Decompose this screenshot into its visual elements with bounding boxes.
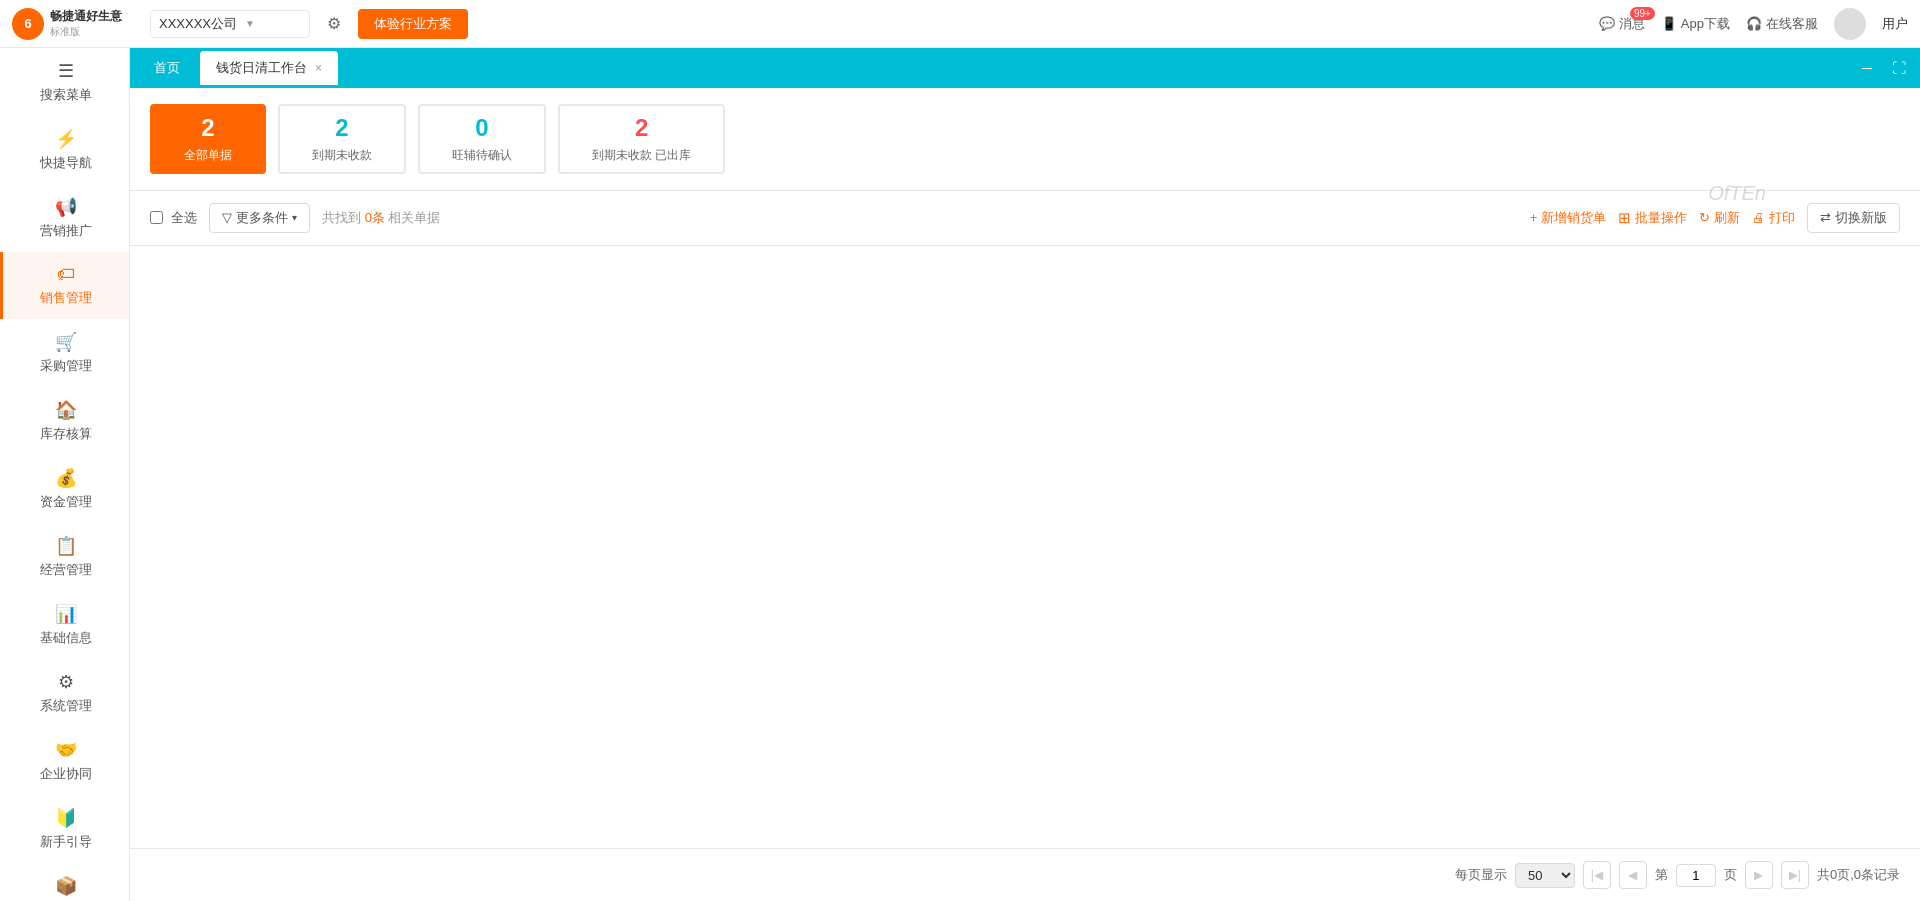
found-count: 0条 — [365, 210, 385, 225]
page-label-pre: 第 — [1655, 866, 1668, 884]
filter-icon: ▽ — [222, 210, 232, 225]
stats-row: 2 全部单据 2 到期未收款 0 旺辅待确认 2 到期未收款 已出库 — [130, 88, 1920, 191]
experience-button[interactable]: 体验行业方案 — [358, 9, 468, 39]
sidebar-item-enterprise[interactable]: 🤝 企业协同 — [0, 727, 129, 795]
total-label: 共0页,0条记录 — [1817, 866, 1900, 884]
settings-icon[interactable]: ⚙ — [318, 8, 350, 40]
per-page-label: 每页显示 — [1455, 866, 1507, 884]
app-download-button[interactable]: 📱 App下载 — [1661, 15, 1730, 33]
app-center-icon: 📦 — [55, 875, 77, 897]
last-page-button[interactable]: ▶| — [1781, 861, 1809, 889]
operations-icon: 📋 — [55, 535, 77, 557]
system-icon: ⚙ — [58, 671, 74, 693]
inventory-icon: 🏠 — [55, 399, 77, 421]
page-label-post: 页 — [1724, 866, 1737, 884]
message-button[interactable]: 💬 消息 99+ — [1599, 15, 1645, 33]
print-icon: 🖨 — [1752, 210, 1765, 225]
sidebar-item-app-center[interactable]: 📦 应用中心 — [0, 863, 129, 901]
table-area — [130, 246, 1920, 848]
chevron-down-icon: ▾ — [292, 212, 297, 223]
sidebar-item-finance[interactable]: 💰 资金管理 — [0, 455, 129, 523]
refresh-icon: ↻ — [1699, 210, 1710, 225]
sales-icon: 🏷 — [57, 264, 75, 285]
sidebar: ☰ 搜索菜单 ⚡ 快捷导航 📢 营销推广 🏷 销售管理 🛒 采购管理 🏠 库存核… — [0, 48, 130, 901]
stat-card-pending[interactable]: 0 旺辅待确认 — [418, 104, 546, 174]
purchase-icon: 🛒 — [55, 331, 77, 353]
stat-card-all[interactable]: 2 全部单据 — [150, 104, 266, 174]
marketing-icon: 📢 — [55, 196, 77, 218]
tab-close-icon[interactable]: × — [315, 61, 322, 75]
sidebar-item-marketing[interactable]: 📢 营销推广 — [0, 184, 129, 252]
logo-area: 6 畅捷通好生意 标准版 — [12, 8, 142, 40]
page-number-input[interactable]: 1 — [1676, 864, 1716, 887]
refresh-button[interactable]: ↻ 刷新 — [1699, 209, 1740, 227]
search-menu-icon: ☰ — [58, 60, 74, 82]
logo-icon: 6 — [12, 8, 44, 40]
quick-nav-icon: ⚡ — [55, 128, 77, 150]
sidebar-item-inventory[interactable]: 🏠 库存核算 — [0, 387, 129, 455]
content-area: 首页 钱货日清工作台 × ─ ⛶ 2 全部单据 2 到期未收款 — [130, 48, 1920, 901]
message-icon: 💬 — [1599, 16, 1615, 31]
tab-minimize-icon[interactable]: ─ — [1856, 58, 1878, 78]
toolbar-right: + 新增销货单 ⊞ 批量操作 ↻ 刷新 🖨 打印 ⇄ — [1530, 203, 1900, 233]
per-page-select[interactable]: 50 100 200 — [1515, 863, 1575, 888]
avatar[interactable] — [1834, 8, 1866, 40]
tab-active[interactable]: 钱货日清工作台 × — [200, 51, 338, 85]
finance-icon: 💰 — [55, 467, 77, 489]
filter-button[interactable]: ▽ 更多条件 ▾ — [209, 203, 310, 233]
pagination: 每页显示 50 100 200 |◀ ◀ 第 1 页 ▶ ▶| 共0页,0条记录 — [130, 848, 1920, 901]
sidebar-item-operations[interactable]: 📋 经营管理 — [0, 523, 129, 591]
service-icon: 🎧 — [1746, 16, 1762, 31]
company-select[interactable]: XXXXXX公司 ▼ — [150, 10, 310, 38]
tab-maximize-icon[interactable]: ⛶ — [1886, 58, 1912, 78]
sidebar-item-basics[interactable]: 📊 基础信息 — [0, 591, 129, 659]
sidebar-item-guide[interactable]: 🔰 新手引导 — [0, 795, 129, 863]
user-name[interactable]: 用户 — [1882, 15, 1908, 33]
next-page-button[interactable]: ▶ — [1745, 861, 1773, 889]
chevron-down-icon: ▼ — [245, 18, 255, 29]
found-text: 共找到 0条 相关单据 — [322, 209, 440, 227]
enterprise-icon: 🤝 — [55, 739, 77, 761]
main-layout: ☰ 搜索菜单 ⚡ 快捷导航 📢 营销推广 🏷 销售管理 🛒 采购管理 🏠 库存核… — [0, 48, 1920, 901]
sidebar-item-purchase[interactable]: 🛒 采购管理 — [0, 319, 129, 387]
header-right: 💬 消息 99+ 📱 App下载 🎧 在线客服 用户 — [1599, 8, 1908, 40]
tab-home[interactable]: 首页 — [138, 51, 196, 85]
page-content: 2 全部单据 2 到期未收款 0 旺辅待确认 2 到期未收款 已出库 — [130, 88, 1920, 901]
message-badge: 99+ — [1630, 7, 1655, 20]
guide-icon: 🔰 — [55, 807, 77, 829]
logo-text: 畅捷通好生意 标准版 — [50, 8, 122, 39]
toolbar: 全选 ▽ 更多条件 ▾ 共找到 0条 相关单据 + 新增销货单 ⊞ — [130, 191, 1920, 246]
switch-version-button[interactable]: ⇄ 切换新版 — [1807, 203, 1900, 233]
first-page-button[interactable]: |◀ — [1583, 861, 1611, 889]
add-sales-order-button[interactable]: + 新增销货单 — [1530, 209, 1606, 227]
sidebar-item-sales[interactable]: 🏷 销售管理 — [0, 252, 129, 319]
online-service-button[interactable]: 🎧 在线客服 — [1746, 15, 1818, 33]
stat-card-overdue[interactable]: 2 到期未收款 — [278, 104, 406, 174]
sidebar-item-system[interactable]: ⚙ 系统管理 — [0, 659, 129, 727]
sidebar-item-search[interactable]: ☰ 搜索菜单 — [0, 48, 129, 116]
batch-operation-button[interactable]: ⊞ 批量操作 — [1618, 209, 1687, 227]
sidebar-item-quick-nav[interactable]: ⚡ 快捷导航 — [0, 116, 129, 184]
tab-controls: ─ ⛶ — [1856, 58, 1912, 78]
stat-card-shipped[interactable]: 2 到期未收款 已出库 — [558, 104, 725, 174]
app-icon: 📱 — [1661, 16, 1677, 31]
switch-icon: ⇄ — [1820, 210, 1831, 225]
select-all-checkbox[interactable] — [150, 211, 163, 224]
batch-icon: ⊞ — [1618, 209, 1631, 227]
top-header: 6 畅捷通好生意 标准版 XXXXXX公司 ▼ ⚙ 体验行业方案 💬 消息 99… — [0, 0, 1920, 48]
print-button[interactable]: 🖨 打印 — [1752, 209, 1795, 227]
prev-page-button[interactable]: ◀ — [1619, 861, 1647, 889]
tab-bar: 首页 钱货日清工作台 × ─ ⛶ — [130, 48, 1920, 88]
basics-icon: 📊 — [55, 603, 77, 625]
